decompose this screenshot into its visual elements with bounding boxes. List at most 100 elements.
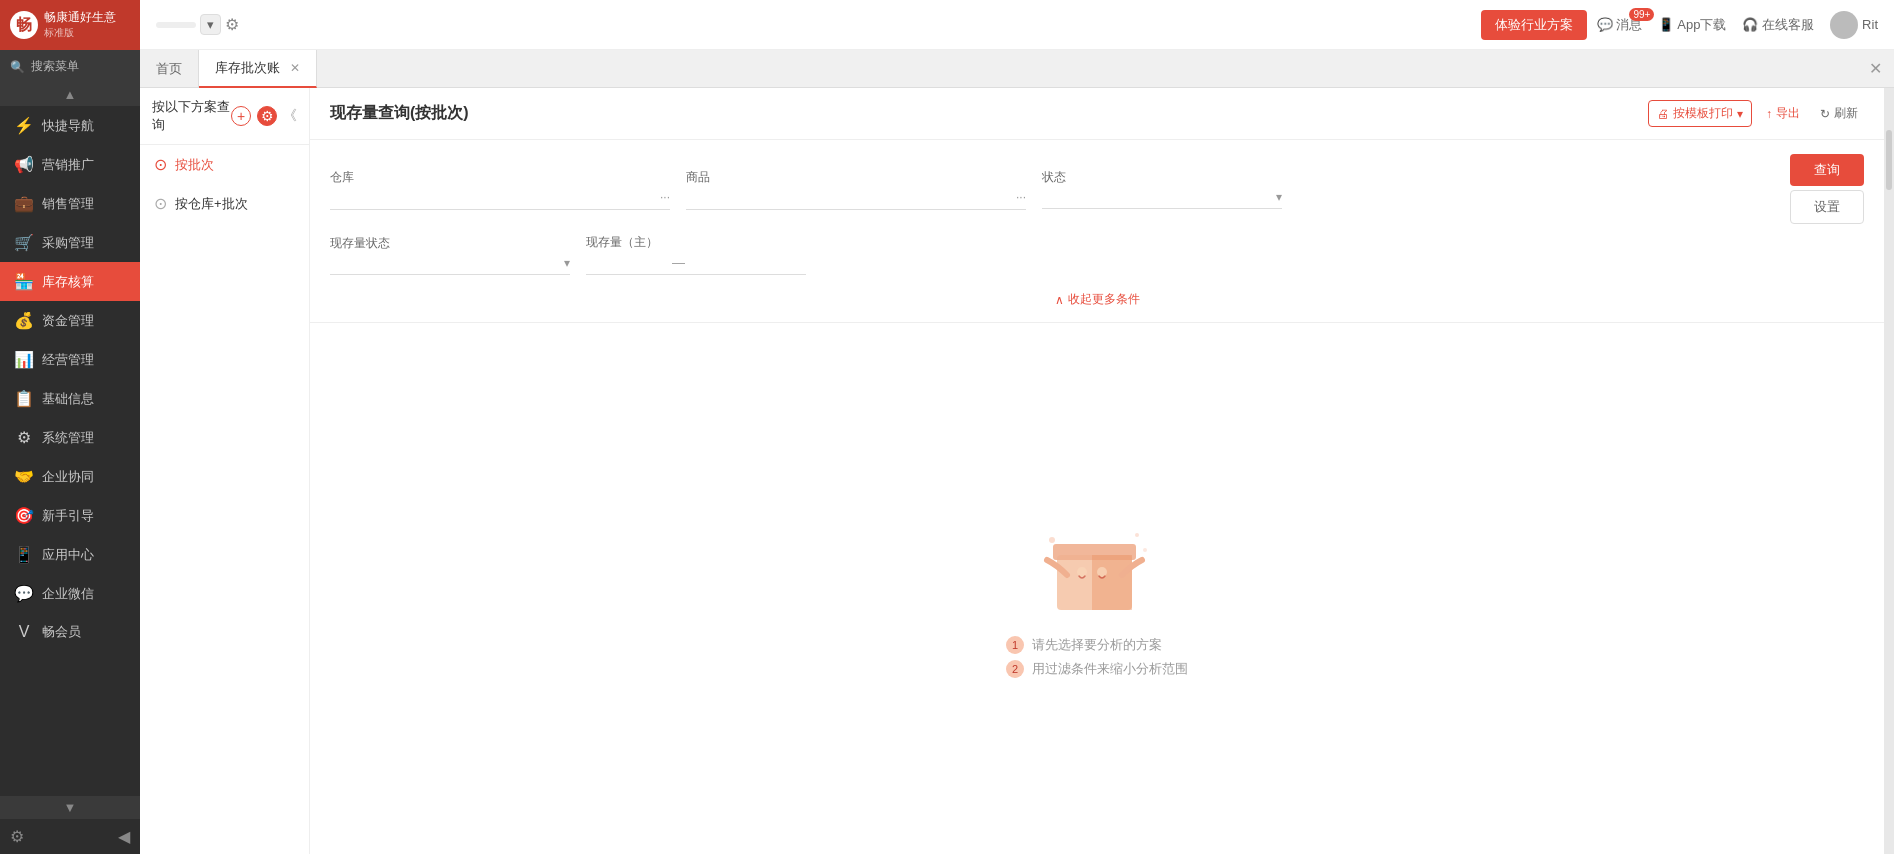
warehouse-input-wrap[interactable]: ··· [330, 190, 670, 210]
tabbar: 首页 库存批次账 ✕ ✕ [140, 50, 1894, 88]
sidebar-item-caigou[interactable]: 🛒 采购管理 [0, 223, 140, 262]
breadcrumb-input [156, 22, 196, 28]
nav-label-jichu: 基础信息 [42, 390, 94, 408]
add-scheme-btn[interactable]: + [231, 106, 251, 126]
filter-row-2: 现存量状态 ▾ 现存量（主） — [330, 234, 1864, 275]
print-btn[interactable]: 🖨 按模板打印 ▾ [1648, 100, 1752, 127]
export-icon: ↑ [1766, 107, 1772, 121]
sidebar-header: 畅 畅康通好生意 标准版 [0, 0, 140, 50]
sidebar-footer: ⚙ ◀ [0, 819, 140, 854]
scroll-down-btn[interactable]: ▼ [0, 796, 140, 819]
quantity-min-input[interactable] [586, 255, 666, 270]
scrollbar-thumb[interactable] [1886, 130, 1892, 190]
footer-settings-icon[interactable]: ⚙ [10, 827, 24, 846]
settings-btn[interactable]: 设置 [1790, 190, 1864, 224]
sidebar: 畅 畅康通好生意 标准版 🔍 搜索菜单 ▲ ⚡ 快捷导航 📢 营销推广 💼 销售… [0, 0, 140, 854]
close-all-tabs-btn[interactable]: ✕ [1857, 59, 1894, 78]
sidebar-item-qiye[interactable]: 🤝 企业协同 [0, 457, 140, 496]
scheme-icon-pipici: ⊙ [154, 155, 167, 174]
inventory-status-select[interactable]: ▾ [330, 256, 570, 275]
tab-home[interactable]: 首页 [140, 50, 199, 88]
range-dash: — [672, 255, 685, 270]
inventory-status-arrow[interactable]: ▾ [564, 256, 570, 270]
query-actions: 查询 设置 [1790, 154, 1864, 224]
tab-kucunpici[interactable]: 库存批次账 ✕ [199, 50, 317, 88]
nav-label-xitong: 系统管理 [42, 429, 94, 447]
sidebar-item-weixin[interactable]: 💬 企业微信 [0, 574, 140, 613]
nav-label-yingyong: 应用中心 [42, 546, 94, 564]
tab-kucunpici-label: 库存批次账 [215, 59, 280, 77]
nav-label-zijin: 资金管理 [42, 312, 94, 330]
filter-quantity: 现存量（主） — [586, 234, 806, 275]
refresh-btn[interactable]: ↻ 刷新 [1814, 101, 1864, 126]
scheme-item-picicangku[interactable]: ⊙ 按仓库+批次 [140, 184, 309, 223]
query-btn[interactable]: 查询 [1790, 154, 1864, 186]
quantity-max-input[interactable] [691, 255, 771, 270]
nav-icon-xinshou: 🎯 [14, 506, 34, 525]
online-service-btn[interactable]: 🎧 在线客服 [1742, 16, 1814, 34]
warehouse-input[interactable] [330, 190, 656, 205]
sidebar-item-xinshou[interactable]: 🎯 新手引导 [0, 496, 140, 535]
phone-icon: 📱 [1658, 17, 1674, 32]
footer-collapse-icon[interactable]: ◀ [118, 827, 130, 846]
nav-icon-zijin: 💰 [14, 311, 34, 330]
nav-label-xinshou: 新手引导 [42, 507, 94, 525]
nav-label-kucun: 库存核算 [42, 273, 94, 291]
online-service-label: 在线客服 [1762, 17, 1814, 32]
scheme-label-pipici: 按批次 [175, 156, 214, 174]
print-icon: 🖨 [1657, 107, 1669, 121]
left-panel: 按以下方案查询 + ⚙ 《 ⊙ 按批次 ⊙ 按仓库+批次 [140, 88, 310, 854]
filter-product: 商品 ··· [686, 169, 1026, 210]
user-menu[interactable]: Rit [1830, 11, 1878, 39]
filter-area: 仓库 ··· 商品 ··· 状态 [310, 140, 1884, 323]
sidebar-item-xiaoshou[interactable]: 💼 销售管理 [0, 184, 140, 223]
sidebar-item-yingxiao[interactable]: 📢 营销推广 [0, 145, 140, 184]
right-scrollbar[interactable] [1884, 88, 1894, 854]
tab-kucunpici-close[interactable]: ✕ [290, 61, 300, 75]
collapse-panel-btn[interactable]: 《 [283, 107, 297, 125]
scroll-up-btn[interactable]: ▲ [0, 83, 140, 106]
empty-hint-1: 1 请先选择要分析的方案 [1006, 636, 1188, 654]
product-more-icon[interactable]: ··· [1016, 190, 1026, 204]
filter-status: 状态 ▾ [1042, 169, 1282, 209]
nav-icon-caigou: 🛒 [14, 233, 34, 252]
sidebar-item-xitong[interactable]: ⚙ 系统管理 [0, 418, 140, 457]
warehouse-more-icon[interactable]: ··· [660, 190, 670, 204]
message-icon: 💬 [1597, 17, 1613, 32]
sidebar-nav: ⚡ 快捷导航 📢 营销推广 💼 销售管理 🛒 采购管理 🏪 库存核算 💰 资金管… [0, 106, 140, 796]
status-select[interactable]: ▾ [1042, 190, 1282, 209]
sidebar-item-kuaijie[interactable]: ⚡ 快捷导航 [0, 106, 140, 145]
breadcrumb-dropdown[interactable]: ▾ [200, 14, 221, 35]
app-name: 畅康通好生意 [44, 10, 116, 26]
sidebar-item-zijin[interactable]: 💰 资金管理 [0, 301, 140, 340]
collapse-row[interactable]: ∧ 收起更多条件 [330, 285, 1864, 314]
sidebar-item-jichu[interactable]: 📋 基础信息 [0, 379, 140, 418]
export-btn[interactable]: ↑ 导出 [1760, 101, 1806, 126]
product-input-wrap[interactable]: ··· [686, 190, 1026, 210]
app-logo: 畅 [10, 11, 38, 39]
nav-label-qiye: 企业协同 [42, 468, 94, 486]
scheme-icon-picicangku: ⊙ [154, 194, 167, 213]
empty-state: 1 请先选择要分析的方案 2 用过滤条件来缩小分析范围 [310, 323, 1884, 854]
sidebar-item-kucun[interactable]: 🏪 库存核算 [0, 262, 140, 301]
print-dropdown-icon[interactable]: ▾ [1737, 107, 1743, 121]
svg-point-7 [1143, 548, 1147, 552]
svg-point-5 [1049, 537, 1055, 543]
nav-label-weixin: 企业微信 [42, 585, 94, 603]
trial-btn[interactable]: 体验行业方案 [1481, 10, 1587, 40]
topbar-gear-icon[interactable]: ⚙ [225, 15, 239, 34]
nav-icon-xitong: ⚙ [14, 428, 34, 447]
scheme-settings-btn[interactable]: ⚙ [257, 106, 277, 126]
sidebar-item-yingyong[interactable]: 📱 应用中心 [0, 535, 140, 574]
product-input[interactable] [686, 190, 1012, 205]
messages-badge: 99+ [1629, 8, 1654, 21]
scheme-label-picicangku: 按仓库+批次 [175, 195, 248, 213]
messages-btn[interactable]: 💬 消息 99+ [1597, 16, 1643, 34]
nav-label-caigou: 采购管理 [42, 234, 94, 252]
sidebar-item-huiyuan[interactable]: V 畅会员 [0, 613, 140, 651]
sidebar-item-jingying[interactable]: 📊 经营管理 [0, 340, 140, 379]
status-arrow[interactable]: ▾ [1276, 190, 1282, 204]
app-download-btn[interactable]: 📱 App下载 [1658, 16, 1726, 34]
sidebar-search[interactable]: 🔍 搜索菜单 [0, 50, 140, 83]
scheme-item-pipici[interactable]: ⊙ 按批次 [140, 145, 309, 184]
